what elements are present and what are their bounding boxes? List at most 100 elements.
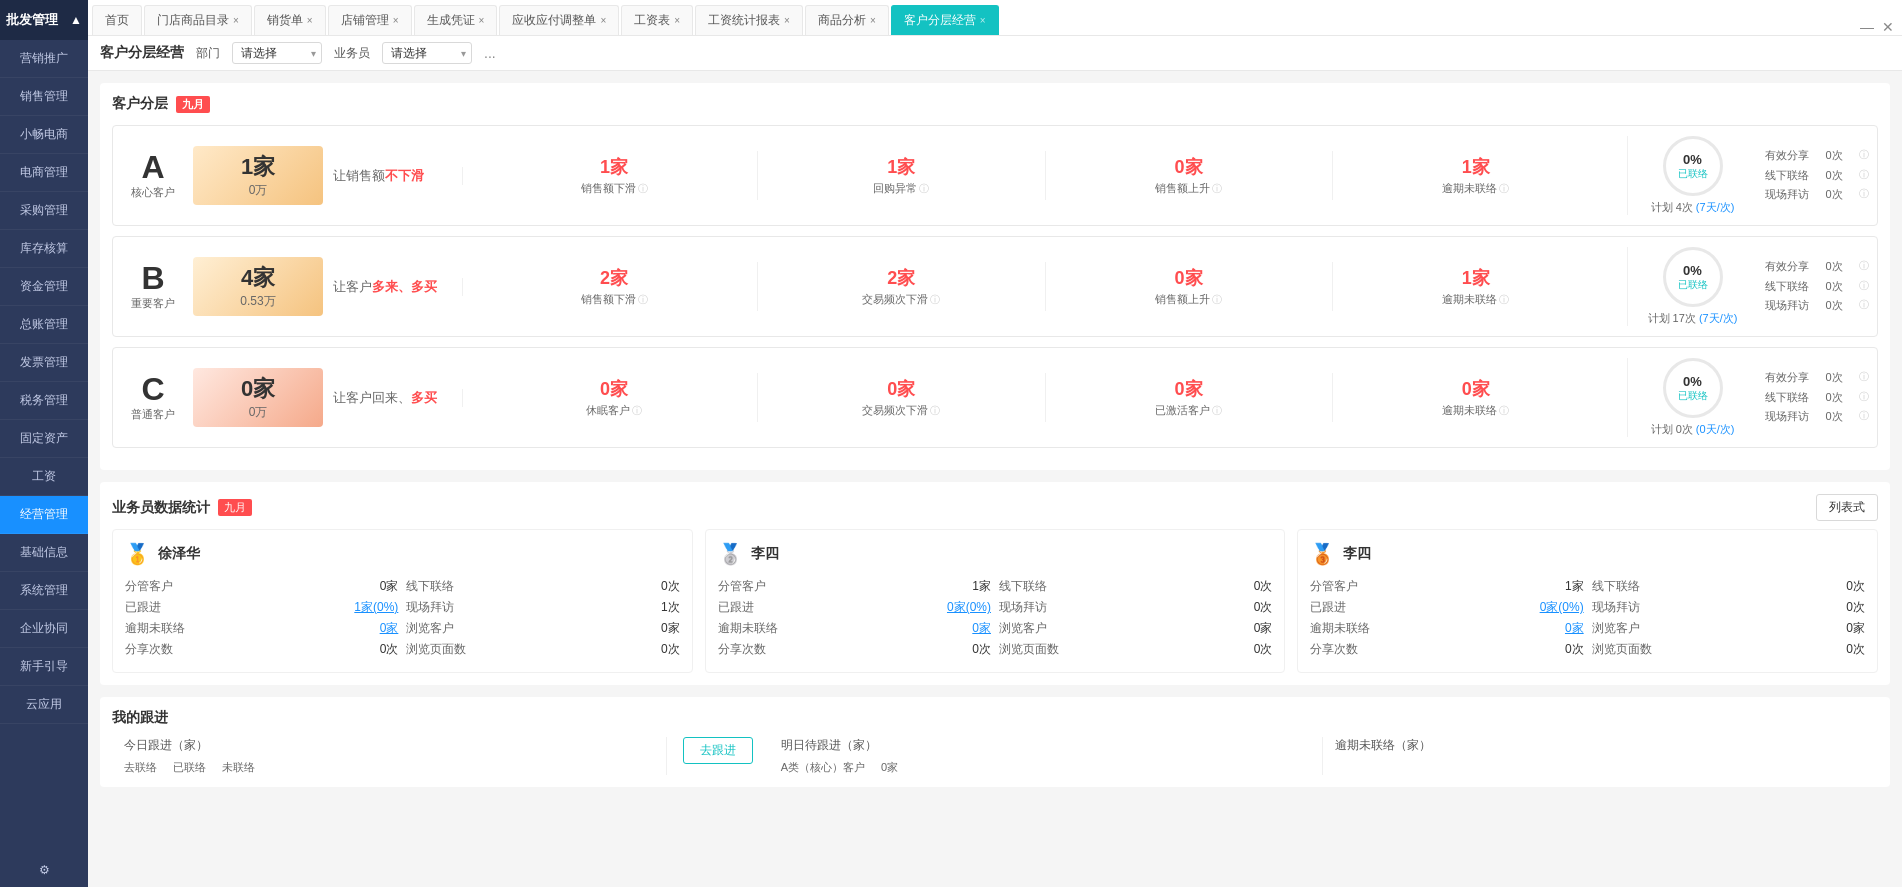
tier-slogan-C: 让客户回来、多买	[333, 389, 463, 407]
stat-val-2-L2[interactable]: 0家	[1565, 620, 1584, 637]
stat-val-1-L1[interactable]: 0家(0%)	[947, 599, 991, 616]
tier-contact-plan-link-A[interactable]: (7天/次)	[1696, 201, 1735, 213]
stat-val-1-L2[interactable]: 0家	[972, 620, 991, 637]
metric-label-B-0: 销售额下滑 ⓘ	[479, 292, 749, 307]
tier-contact-plan-link-C[interactable]: (0天/次)	[1696, 423, 1735, 435]
window-minimize-icon[interactable]: —	[1860, 19, 1874, 35]
tab-close-icon[interactable]: ×	[870, 15, 876, 26]
stat-label-2-L1: 已跟进	[1310, 599, 1346, 616]
sidebar-item-基础信息[interactable]: 基础信息	[0, 534, 88, 572]
list-view-button[interactable]: 列表式	[1816, 494, 1878, 521]
sidebar-item-企业协同[interactable]: 企业协同	[0, 610, 88, 648]
sidebar-item-电商管理[interactable]: 电商管理	[0, 154, 88, 192]
extra-info-icon-B-2[interactable]: ⓘ	[1859, 296, 1869, 316]
extra-info-icon-C-2[interactable]: ⓘ	[1859, 407, 1869, 427]
tier-contact-plan-B: 计划 17次 (7天/次)	[1636, 311, 1749, 326]
sidebar-item-发票管理[interactable]: 发票管理	[0, 344, 88, 382]
metric-num-B-2: 0家	[1054, 266, 1324, 290]
sidebar-item-销售管理[interactable]: 销售管理	[0, 78, 88, 116]
metric-info-icon[interactable]: ⓘ	[632, 404, 642, 418]
extra-info-icon-C-1[interactable]: ⓘ	[1859, 388, 1869, 408]
settings-button[interactable]: ⚙	[0, 853, 88, 887]
tab-商品分析[interactable]: 商品分析×	[805, 5, 889, 35]
tab-close-icon[interactable]: ×	[674, 15, 680, 26]
metric-info-icon[interactable]: ⓘ	[1212, 182, 1222, 196]
tab-客户分层经营[interactable]: 客户分层经营×	[891, 5, 999, 35]
collapse-icon[interactable]: ▲	[70, 13, 82, 27]
extra-label-C-0: 有效分享	[1765, 368, 1809, 388]
staff-medal-1: 🥈	[718, 542, 743, 566]
sidebar-item-系统管理[interactable]: 系统管理	[0, 572, 88, 610]
tab-close-icon[interactable]: ×	[233, 15, 239, 26]
tab-工资表[interactable]: 工资表×	[621, 5, 693, 35]
extra-info-icon-A-2[interactable]: ⓘ	[1859, 185, 1869, 205]
tab-close-icon[interactable]: ×	[980, 15, 986, 26]
metric-info-icon[interactable]: ⓘ	[1499, 182, 1509, 196]
extra-info-icon-B-1[interactable]: ⓘ	[1859, 277, 1869, 297]
tab-close-icon[interactable]: ×	[479, 15, 485, 26]
metric-info-icon[interactable]: ⓘ	[1499, 404, 1509, 418]
sidebar-item-云应用[interactable]: 云应用	[0, 686, 88, 724]
metric-info-icon[interactable]: ⓘ	[930, 293, 940, 307]
metric-info-icon[interactable]: ⓘ	[1212, 293, 1222, 307]
tier-contact-plan-link-B[interactable]: (7天/次)	[1699, 312, 1738, 324]
tier-count-amount-C: 0万	[249, 404, 268, 421]
sidebar-item-经营管理[interactable]: 经营管理	[0, 496, 88, 534]
tier-contact-C: 0% 已联络 计划 0次 (0天/次)	[1627, 358, 1757, 437]
tab-店铺管理[interactable]: 店铺管理×	[328, 5, 412, 35]
staff-stat-1-right-3: 浏览页面数 0次	[999, 639, 1272, 660]
staff-stats-right-0: 线下联络 0次 现场拜访 1次 浏览客户 0家 浏览页面数	[406, 576, 679, 660]
tab-close-icon[interactable]: ×	[784, 15, 790, 26]
sidebar-item-固定资产[interactable]: 固定资产	[0, 420, 88, 458]
more-options-icon[interactable]: ...	[484, 45, 496, 61]
dept-select[interactable]: 请选择	[232, 42, 322, 64]
sidebar-item-工资[interactable]: 工资	[0, 458, 88, 496]
tab-生成凭证[interactable]: 生成凭证×	[414, 5, 498, 35]
stat-val-0-L1[interactable]: 1家(0%)	[354, 599, 398, 616]
tier-extra-C: 有效分享 0次 ⓘ 线下联络 0次 ⓘ 现场拜访 0次 ⓘ	[1757, 368, 1877, 427]
bizstats-month: 九月	[218, 499, 252, 516]
sidebar-item-库存核算[interactable]: 库存核算	[0, 230, 88, 268]
sidebar-item-新手引导[interactable]: 新手引导	[0, 648, 88, 686]
tab-close-icon[interactable]: ×	[393, 15, 399, 26]
metric-num-A-3: 1家	[1341, 155, 1611, 179]
tab-close-icon[interactable]: ×	[600, 15, 606, 26]
stat-val-0-L2[interactable]: 0家	[380, 620, 399, 637]
metric-info-icon[interactable]: ⓘ	[638, 293, 648, 307]
stat-label-2-R2: 浏览客户	[1592, 620, 1640, 637]
extra-info-icon-C-0[interactable]: ⓘ	[1859, 368, 1869, 388]
staff-header-1: 🥈 李四	[718, 542, 1273, 566]
stat-label-2-R1: 现场拜访	[1592, 599, 1640, 616]
window-close-icon[interactable]: ✕	[1882, 19, 1894, 35]
tab-首页[interactable]: 首页	[92, 5, 142, 35]
tab-销货单[interactable]: 销货单×	[254, 5, 326, 35]
sidebar-item-总账管理[interactable]: 总账管理	[0, 306, 88, 344]
stat-val-0-R1: 1次	[661, 599, 680, 616]
toolbar: 客户分层经营 部门 请选择 业务员 请选择 ...	[88, 36, 1902, 71]
metric-info-icon[interactable]: ⓘ	[638, 182, 648, 196]
tier-metric-A-3: 1家 逾期未联络 ⓘ	[1333, 151, 1619, 200]
metric-info-icon[interactable]: ⓘ	[1499, 293, 1509, 307]
sidebar-item-资金管理[interactable]: 资金管理	[0, 268, 88, 306]
sidebar-item-营销推广[interactable]: 营销推广	[0, 40, 88, 78]
staff-select[interactable]: 请选择	[382, 42, 472, 64]
sidebar-item-小畅电商[interactable]: 小畅电商	[0, 116, 88, 154]
tab-应收应付调整单[interactable]: 应收应付调整单×	[499, 5, 619, 35]
extra-info-icon-A-0[interactable]: ⓘ	[1859, 146, 1869, 166]
metric-num-B-1: 2家	[766, 266, 1036, 290]
tier-extra-item-B-2: 现场拜访 0次 ⓘ	[1765, 296, 1869, 316]
extra-info-icon-A-1[interactable]: ⓘ	[1859, 166, 1869, 186]
tab-工资统计报表[interactable]: 工资统计报表×	[695, 5, 803, 35]
tier-contact-pct-A: 0%	[1683, 152, 1702, 167]
tab-close-icon[interactable]: ×	[307, 15, 313, 26]
metric-info-icon[interactable]: ⓘ	[930, 404, 940, 418]
extra-info-icon-B-0[interactable]: ⓘ	[1859, 257, 1869, 277]
metric-num-A-0: 1家	[479, 155, 749, 179]
sidebar-item-采购管理[interactable]: 采购管理	[0, 192, 88, 230]
metric-info-icon[interactable]: ⓘ	[1212, 404, 1222, 418]
stat-val-2-L1[interactable]: 0家(0%)	[1540, 599, 1584, 616]
sidebar-item-税务管理[interactable]: 税务管理	[0, 382, 88, 420]
metric-info-icon[interactable]: ⓘ	[919, 182, 929, 196]
tab-门店商品目录[interactable]: 门店商品目录×	[144, 5, 252, 35]
goto-followup-button[interactable]: 去跟进	[683, 737, 753, 764]
